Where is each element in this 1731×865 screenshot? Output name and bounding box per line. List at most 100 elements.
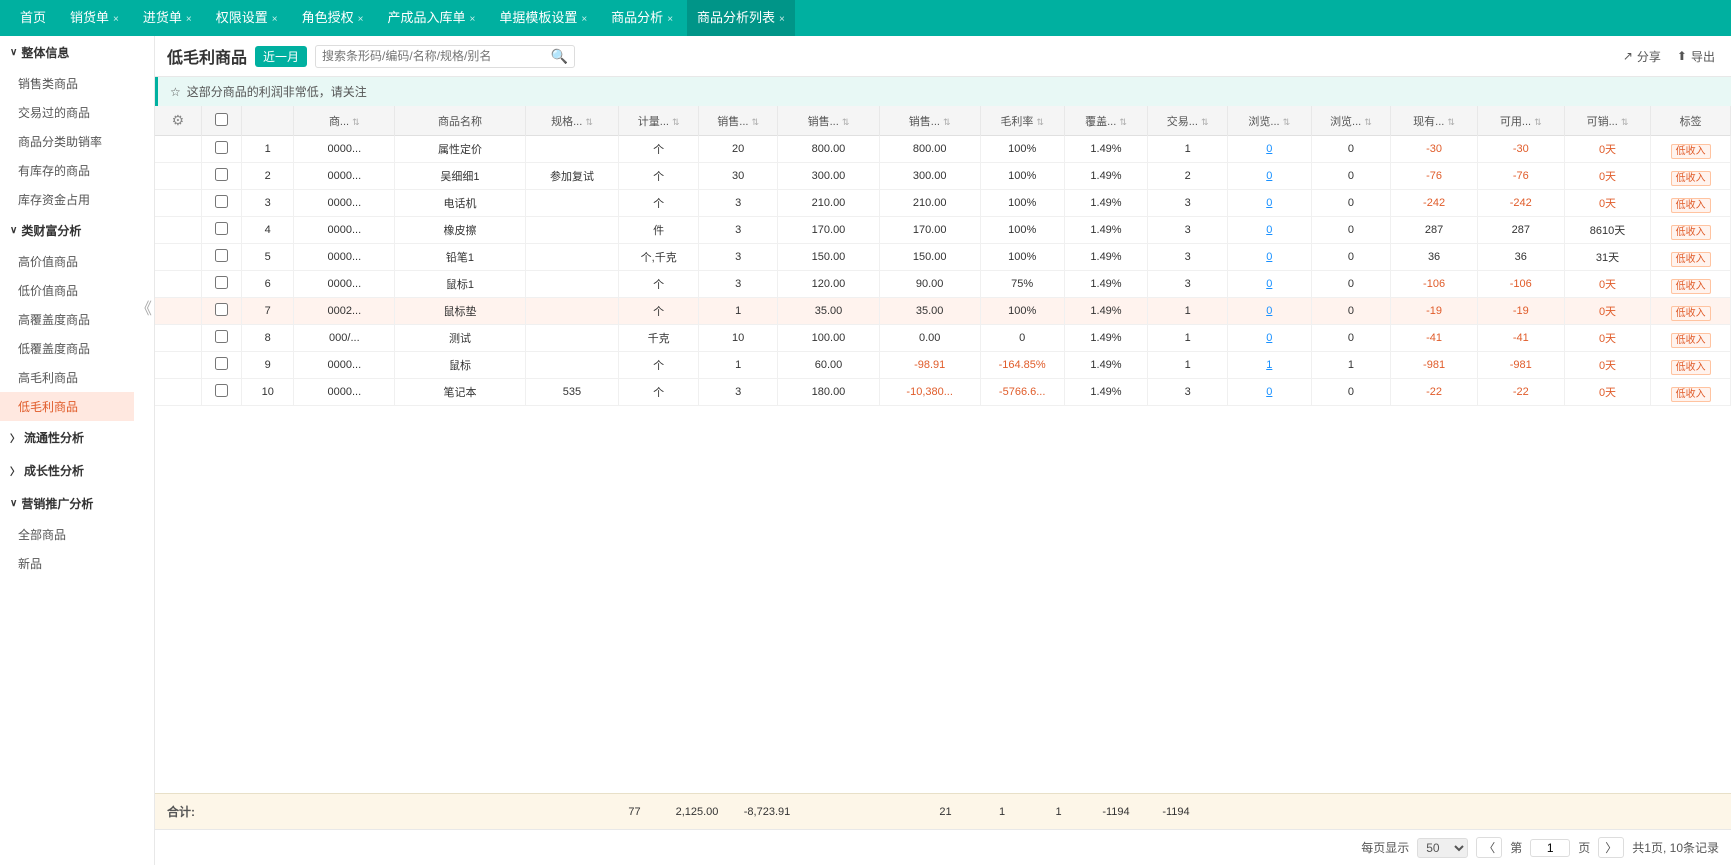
td-code: 0000... (294, 163, 395, 190)
nav-item-商品分析列表[interactable]: 商品分析列表× (687, 0, 795, 36)
td-current: 287 (1391, 217, 1478, 244)
footer-summary: 合计: 77 2,125.00 -8,723.91 21 1 1 -1194 (155, 793, 1731, 829)
th-sale-amt[interactable]: 销售... ⇅ (778, 106, 879, 136)
sidebar-item-高覆盖度商品[interactable]: 高覆盖度商品 (0, 305, 134, 334)
collapse-sidebar-button[interactable]: 《 (134, 295, 154, 319)
sidebar-item-低价值商品[interactable]: 低价值商品 (0, 276, 134, 305)
table-container[interactable]: ⚙ 商... ⇅ 商品名称 规格... ⇅ 计量... ⇅ 销售... ⇅ 销售… (155, 106, 1731, 793)
table-row: 2 0000... 吴细细1 参加复试 个 30 300.00 300.00 1… (155, 163, 1731, 190)
close-tab-icon[interactable]: × (113, 14, 119, 25)
td-browse1[interactable]: 0 (1227, 190, 1311, 217)
th-code[interactable]: 商... ⇅ (294, 106, 395, 136)
nav-item-商品分析[interactable]: 商品分析× (601, 0, 683, 36)
row-checkbox-8[interactable] (215, 357, 228, 370)
fc-unit (552, 806, 607, 818)
prev-page-button[interactable]: 〈 (1476, 837, 1502, 858)
nav-item-销货单[interactable]: 销货单× (60, 0, 129, 36)
date-filter-button[interactable]: 近一月 (255, 46, 307, 67)
share-button[interactable]: ↗ 分享 (1619, 46, 1665, 67)
td-browse1[interactable]: 0 (1227, 298, 1311, 325)
table-row: 7 0002... 鼠标垫 个 1 35.00 35.00 100% 1.49%… (155, 298, 1731, 325)
td-tag: 低收入 (1651, 379, 1731, 406)
td-avail: -76 (1477, 163, 1564, 190)
th-avail[interactable]: 可用... ⇅ (1477, 106, 1564, 136)
settings-icon[interactable]: ⚙ (172, 112, 185, 128)
export-button[interactable]: ⬆ 导出 (1673, 46, 1719, 67)
td-sale-profit: 35.00 (879, 298, 980, 325)
sidebar-item-新品[interactable]: 新品 (0, 549, 134, 578)
tag-badge: 低收入 (1671, 144, 1711, 159)
close-tab-icon[interactable]: × (779, 14, 785, 25)
th-browse1[interactable]: 浏览... ⇅ (1227, 106, 1311, 136)
th-cover[interactable]: 覆盖... ⇅ (1064, 106, 1148, 136)
th-current[interactable]: 现有... ⇅ (1391, 106, 1478, 136)
sidebar-item-全部商品[interactable]: 全部商品 (0, 520, 134, 549)
nav-item-首页[interactable]: 首页 (10, 0, 56, 36)
nav-item-角色授权[interactable]: 角色授权× (292, 0, 374, 36)
td-check (201, 271, 241, 298)
sidebar-section-营销推广分析[interactable]: ∨ 营销推广分析 (0, 487, 134, 520)
close-tab-icon[interactable]: × (469, 14, 475, 25)
sidebar-item-高价值商品[interactable]: 高价值商品 (0, 247, 134, 276)
td-browse1[interactable]: 0 (1227, 217, 1311, 244)
td-browse1[interactable]: 0 (1227, 244, 1311, 271)
nav-item-单据模板设置[interactable]: 单据模板设置× (489, 0, 597, 36)
fc-check (263, 806, 291, 818)
th-sale-profit[interactable]: 销售... ⇅ (879, 106, 980, 136)
td-browse1[interactable]: 0 (1227, 136, 1311, 163)
td-browse1[interactable]: 0 (1227, 379, 1311, 406)
row-checkbox-0[interactable] (215, 141, 228, 154)
th-unit[interactable]: 计量... ⇅ (619, 106, 698, 136)
td-sale-amt: 60.00 (778, 352, 879, 379)
sidebar-section-整体信息[interactable]: ∨ 整体信息 (0, 36, 134, 69)
close-tab-icon[interactable]: × (358, 14, 364, 25)
close-tab-icon[interactable]: × (272, 14, 278, 25)
sidebar-section-类财富分析[interactable]: ∨ 类财富分析 (0, 214, 134, 247)
th-check (201, 106, 241, 136)
td-spec (525, 271, 619, 298)
th-sale-qty[interactable]: 销售... ⇅ (698, 106, 777, 136)
row-checkbox-7[interactable] (215, 330, 228, 343)
row-checkbox-3[interactable] (215, 222, 228, 235)
search-input[interactable] (322, 49, 551, 63)
row-checkbox-1[interactable] (215, 168, 228, 181)
page-number-input[interactable] (1530, 839, 1570, 857)
th-spec[interactable]: 规格... ⇅ (525, 106, 619, 136)
nav-item-产成品入库单[interactable]: 产成品入库单× (377, 0, 485, 36)
close-tab-icon[interactable]: × (667, 14, 673, 25)
td-cover: 1.49% (1064, 163, 1148, 190)
close-tab-icon[interactable]: × (581, 14, 587, 25)
sidebar-item-低覆盖度商品[interactable]: 低覆盖度商品 (0, 334, 134, 363)
sidebar-item-库存资金占用[interactable]: 库存资金占用 (0, 185, 134, 214)
th-trade[interactable]: 交易... ⇅ (1148, 106, 1227, 136)
page-size-select[interactable]: 50 100 200 (1417, 838, 1468, 858)
nav-item-进货单[interactable]: 进货单× (133, 0, 202, 36)
row-checkbox-4[interactable] (215, 249, 228, 262)
sidebar-item-有库存的商品[interactable]: 有库存的商品 (0, 156, 134, 185)
td-browse1[interactable]: 1 (1227, 352, 1311, 379)
sidebar-item-低毛利商品[interactable]: 低毛利商品 (0, 392, 134, 421)
row-checkbox-9[interactable] (215, 384, 228, 397)
sidebar-item-交易过的商品[interactable]: 交易过的商品 (0, 98, 134, 127)
next-page-button[interactable]: 〉 (1598, 837, 1624, 858)
row-checkbox-2[interactable] (215, 195, 228, 208)
td-sellable: 0天 (1564, 190, 1651, 217)
row-checkbox-6[interactable] (215, 303, 228, 316)
sidebar-section-流通性分析[interactable]: 〉 流通性分析 (0, 421, 134, 454)
sidebar-section-成长性分析[interactable]: 〉 成长性分析 (0, 454, 134, 487)
sidebar-item-商品分类助销率[interactable]: 商品分类助销率 (0, 127, 134, 156)
td-browse1[interactable]: 0 (1227, 271, 1311, 298)
row-checkbox-5[interactable] (215, 276, 228, 289)
td-browse1[interactable]: 0 (1227, 163, 1311, 190)
sidebar-item-销售类商品[interactable]: 销售类商品 (0, 69, 134, 98)
close-tab-icon[interactable]: × (186, 14, 192, 25)
td-current: -19 (1391, 298, 1478, 325)
select-all-checkbox[interactable] (215, 113, 228, 126)
table-header-row: ⚙ 商... ⇅ 商品名称 规格... ⇅ 计量... ⇅ 销售... ⇅ 销售… (155, 106, 1731, 136)
th-gross-rate[interactable]: 毛利率 ⇅ (980, 106, 1064, 136)
td-browse1[interactable]: 0 (1227, 325, 1311, 352)
th-sellable[interactable]: 可销... ⇅ (1564, 106, 1651, 136)
nav-item-权限设置[interactable]: 权限设置× (206, 0, 288, 36)
sidebar-item-高毛利商品[interactable]: 高毛利商品 (0, 363, 134, 392)
th-browse2[interactable]: 浏览... ⇅ (1311, 106, 1390, 136)
